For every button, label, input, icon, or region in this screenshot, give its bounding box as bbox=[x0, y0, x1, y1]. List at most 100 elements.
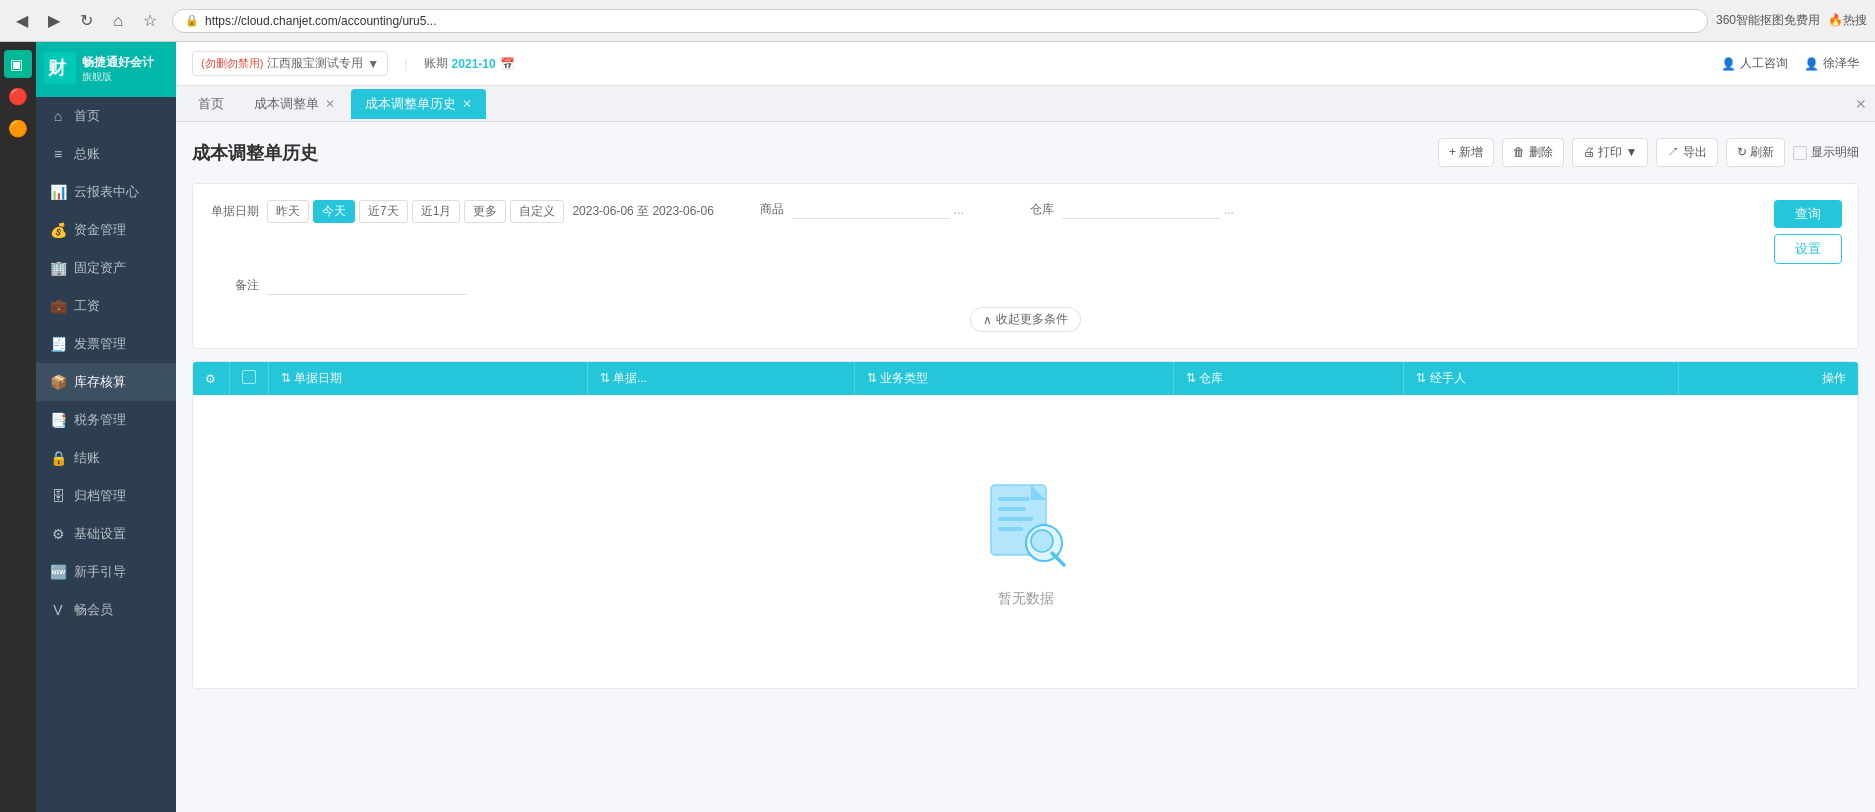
type-sort-wrapper[interactable]: ⇅ 业务类型 bbox=[867, 370, 1161, 387]
print-button[interactable]: 🖨 打印 ▼ bbox=[1572, 138, 1649, 167]
tab-cost-history[interactable]: 成本调整单历史 ✕ bbox=[351, 89, 486, 119]
col-warehouse[interactable]: ⇅ 仓库 bbox=[1174, 362, 1404, 395]
funds-icon: 💰 bbox=[50, 222, 66, 238]
col-action-label: 操作 bbox=[1822, 371, 1846, 385]
col-operator-label: ⇅ 经手人 bbox=[1416, 370, 1465, 387]
sidebar-item-ledger[interactable]: ≡ 总账 bbox=[36, 135, 176, 173]
collapse-label: 收起更多条件 bbox=[996, 311, 1068, 328]
collapse-button[interactable]: ∧ 收起更多条件 bbox=[970, 307, 1081, 332]
tab-close-all[interactable]: ✕ bbox=[1855, 96, 1867, 112]
export-button[interactable]: ↗ 导出 bbox=[1656, 138, 1717, 167]
empty-illustration bbox=[976, 475, 1076, 578]
query-button[interactable]: 查询 bbox=[1774, 200, 1842, 228]
tab-cost-adjust-close[interactable]: ✕ bbox=[325, 97, 335, 111]
forward-button[interactable]: ▶ bbox=[40, 7, 68, 35]
col-operator[interactable]: ⇅ 经手人 bbox=[1404, 362, 1679, 395]
date-sort-wrapper[interactable]: ⇅ 单据日期 bbox=[281, 370, 575, 387]
icon-strip-item-2[interactable]: 🟠 bbox=[4, 114, 32, 142]
vip-icon: V bbox=[50, 602, 66, 618]
number-sort-wrapper[interactable]: ⇅ 单据... bbox=[600, 370, 842, 387]
icon-strip-item-1[interactable]: 🔴 bbox=[4, 82, 32, 110]
refresh-button[interactable]: ↻ bbox=[72, 7, 100, 35]
support-button[interactable]: 👤 人工咨询 bbox=[1721, 55, 1788, 72]
col-checkbox[interactable] bbox=[229, 362, 268, 395]
browser-nav-buttons: ◀ ▶ ↻ ⌂ ☆ bbox=[8, 7, 164, 35]
sidebar-item-ledger-label: 总账 bbox=[74, 145, 100, 163]
home-button[interactable]: ⌂ bbox=[104, 7, 132, 35]
sidebar-item-tax[interactable]: 📑 税务管理 bbox=[36, 401, 176, 439]
sidebar-logo[interactable]: 财 畅捷通好会计 旗舰版 bbox=[36, 42, 176, 97]
refresh-button-page[interactable]: ↻ 刷新 bbox=[1726, 138, 1785, 167]
support-label: 人工咨询 bbox=[1740, 55, 1788, 72]
tab-home-label: 首页 bbox=[198, 95, 224, 113]
delete-button[interactable]: 🗑 删除 bbox=[1502, 138, 1563, 167]
tab-cost-history-label: 成本调整单历史 bbox=[365, 95, 456, 113]
star-button[interactable]: ☆ bbox=[136, 7, 164, 35]
sidebar-item-inventory[interactable]: 📦 库存核算 bbox=[36, 363, 176, 401]
warehouse-select[interactable] bbox=[1062, 200, 1220, 219]
display-toggle[interactable]: 显示明细 bbox=[1793, 144, 1859, 161]
user-name: 徐泽华 bbox=[1823, 55, 1859, 72]
calendar-icon[interactable]: 📅 bbox=[500, 57, 515, 71]
goods-more-icon[interactable]: ... bbox=[954, 203, 964, 217]
date-range-display: 2023-06-06 至 2023-06-06 bbox=[572, 203, 713, 220]
tab-home[interactable]: 首页 bbox=[184, 89, 238, 119]
company-selector[interactable]: (勿删勿禁用) 江西服宝测试专用 ▼ bbox=[192, 51, 388, 76]
sidebar-item-settings-label: 基础设置 bbox=[74, 525, 126, 543]
sidebar-item-funds[interactable]: 💰 资金管理 bbox=[36, 211, 176, 249]
sidebar-item-reports[interactable]: 📊 云报表中心 bbox=[36, 173, 176, 211]
tab-cost-adjust[interactable]: 成本调整单 ✕ bbox=[240, 89, 349, 119]
operator-sort-wrapper[interactable]: ⇅ 经手人 bbox=[1416, 370, 1666, 387]
sidebar-item-vip[interactable]: V 畅会员 bbox=[36, 591, 176, 629]
remark-filter: 备注 bbox=[209, 276, 467, 295]
date-btn-custom[interactable]: 自定义 bbox=[510, 200, 564, 223]
empty-text: 暂无数据 bbox=[998, 590, 1054, 608]
sidebar-item-payroll[interactable]: 💼 工资 bbox=[36, 287, 176, 325]
goods-select[interactable] bbox=[792, 200, 950, 219]
sidebar-item-fixed[interactable]: 🏢 固定资产 bbox=[36, 249, 176, 287]
select-all-checkbox[interactable] bbox=[242, 370, 256, 384]
close-all-icon[interactable]: ✕ bbox=[1855, 96, 1867, 112]
col-settings[interactable]: ⚙ bbox=[193, 362, 229, 395]
date-btn-yesterday[interactable]: 昨天 bbox=[267, 200, 309, 223]
display-checkbox[interactable] bbox=[1793, 146, 1807, 160]
setting-button[interactable]: 设置 bbox=[1774, 234, 1842, 264]
top-bar-right: 👤 人工咨询 👤 徐泽华 bbox=[1721, 55, 1859, 72]
back-button[interactable]: ◀ bbox=[8, 7, 36, 35]
date-btn-1month[interactable]: 近1月 bbox=[412, 200, 461, 223]
date-btn-more[interactable]: 更多 bbox=[464, 200, 506, 223]
svg-text:▣: ▣ bbox=[10, 56, 23, 72]
settings-icon: ⚙ bbox=[50, 526, 66, 542]
support-icon: 👤 bbox=[1721, 57, 1736, 71]
date-btn-7days[interactable]: 近7天 bbox=[359, 200, 408, 223]
sidebar-item-guide[interactable]: 🆕 新手引导 bbox=[36, 553, 176, 591]
company-dropdown-icon: ▼ bbox=[367, 57, 379, 71]
sidebar-item-archive[interactable]: 🗄 归档管理 bbox=[36, 477, 176, 515]
app-container: ▣ 🔴 🟠 财 畅捷通好会计 旗舰版 ⌂ 首页 ≡ 总账 📊 bbox=[0, 42, 1875, 812]
sidebar-item-settings[interactable]: ⚙ 基础设置 bbox=[36, 515, 176, 553]
col-date[interactable]: ⇅ 单据日期 bbox=[268, 362, 587, 395]
ledger-icon: ≡ bbox=[50, 146, 66, 162]
tab-cost-history-close[interactable]: ✕ bbox=[462, 97, 472, 111]
col-number[interactable]: ⇅ 单据... bbox=[587, 362, 854, 395]
svg-rect-7 bbox=[998, 517, 1033, 521]
sidebar-item-home[interactable]: ⌂ 首页 bbox=[36, 97, 176, 135]
remark-input[interactable] bbox=[267, 276, 467, 295]
warehouse-filter: 仓库 ... bbox=[1004, 200, 1234, 219]
address-bar[interactable]: 🔒 https://cloud.chanjet.com/accounting/u… bbox=[172, 9, 1708, 33]
page-title: 成本调整单历史 bbox=[192, 141, 318, 165]
sidebar-item-close[interactable]: 🔒 结账 bbox=[36, 439, 176, 477]
sidebar-item-invoice[interactable]: 🧾 发票管理 bbox=[36, 325, 176, 363]
date-btn-today[interactable]: 今天 bbox=[313, 200, 355, 223]
warehouse-sort-wrapper[interactable]: ⇅ 仓库 bbox=[1186, 370, 1391, 387]
icon-strip: ▣ 🔴 🟠 bbox=[0, 42, 36, 812]
display-label: 显示明细 bbox=[1811, 144, 1859, 161]
col-action: 操作 bbox=[1679, 362, 1858, 395]
sidebar-item-funds-label: 资金管理 bbox=[74, 221, 126, 239]
new-button[interactable]: + 新增 bbox=[1438, 138, 1494, 167]
logo-text-block: 畅捷通好会计 旗舰版 bbox=[82, 55, 154, 83]
col-type[interactable]: ⇅ 业务类型 bbox=[854, 362, 1173, 395]
warehouse-more-icon[interactable]: ... bbox=[1224, 203, 1234, 217]
user-info[interactable]: 👤 徐泽华 bbox=[1804, 55, 1859, 72]
settings-col-icon[interactable]: ⚙ bbox=[205, 372, 216, 386]
